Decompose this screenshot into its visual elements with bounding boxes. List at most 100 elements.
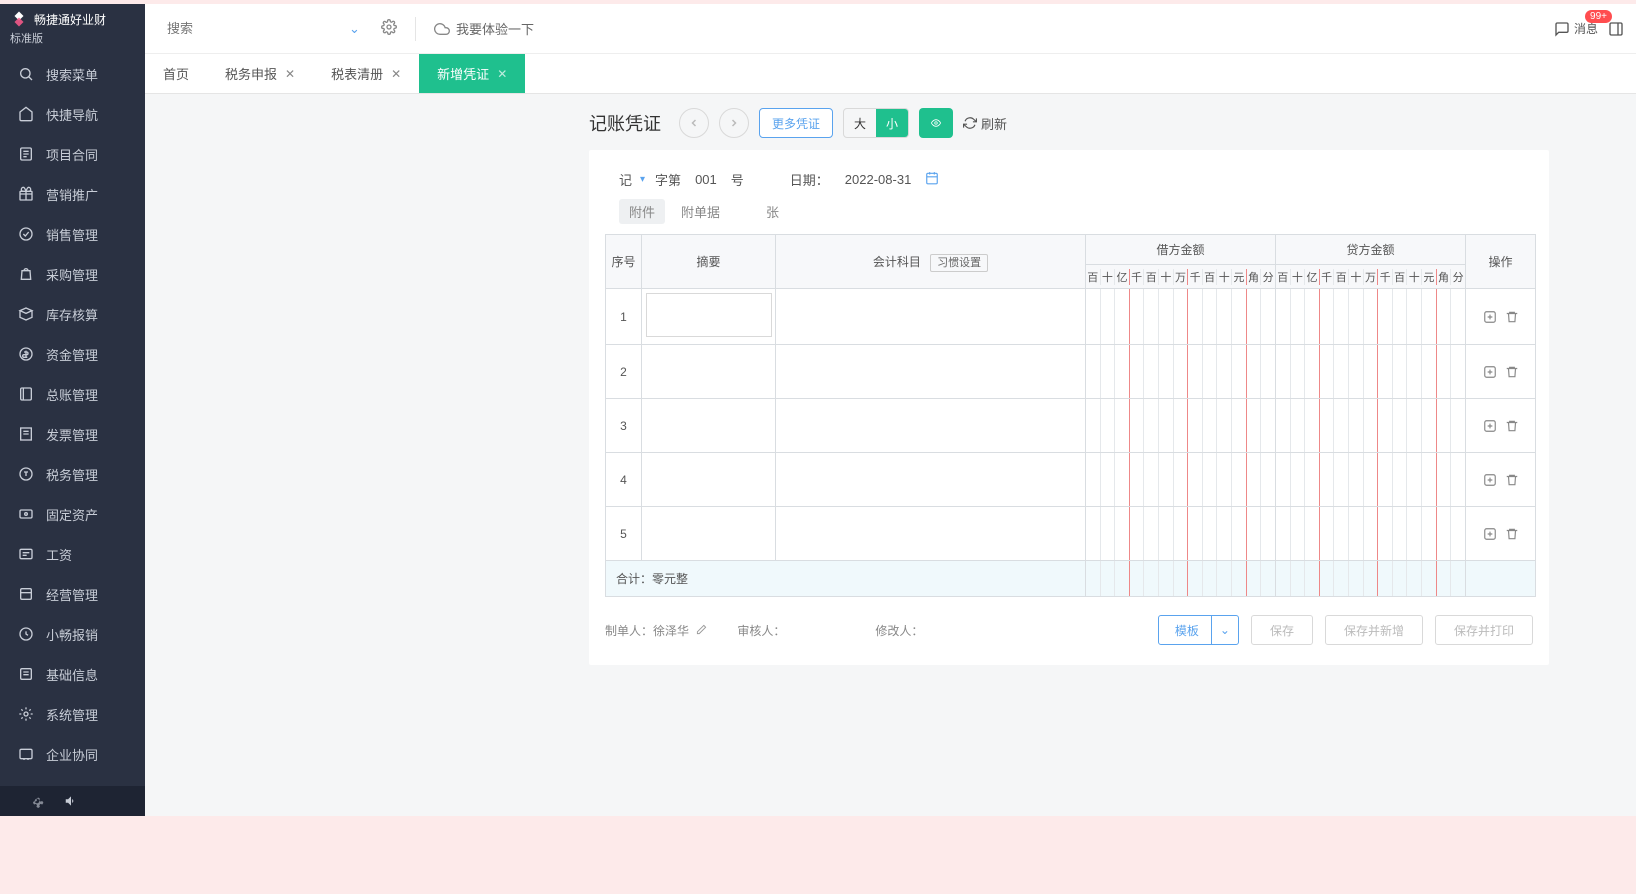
size-large-button[interactable]: 大 bbox=[844, 109, 876, 137]
edit-maker-icon[interactable] bbox=[696, 624, 707, 638]
date-value[interactable]: 2022-08-31 bbox=[845, 172, 912, 187]
add-row-icon[interactable] bbox=[1483, 365, 1497, 379]
chevron-down-icon[interactable]: ▾ bbox=[640, 174, 645, 185]
summary-cell[interactable] bbox=[642, 453, 776, 507]
summary-input[interactable] bbox=[646, 293, 772, 337]
add-row-icon[interactable] bbox=[1483, 527, 1497, 541]
tab-2[interactable]: 税表清册✕ bbox=[313, 54, 419, 93]
sidebar-item-8[interactable]: 总账管理 bbox=[0, 374, 145, 414]
sidebar-item-6[interactable]: 库存核算 bbox=[0, 294, 145, 334]
tab-0[interactable]: 首页 bbox=[145, 54, 207, 93]
summary-cell[interactable] bbox=[642, 399, 776, 453]
debit-cell[interactable] bbox=[1086, 507, 1276, 561]
sidebar-item-4[interactable]: 销售管理 bbox=[0, 214, 145, 254]
add-row-icon[interactable] bbox=[1483, 473, 1497, 487]
sidebar-item-3[interactable]: 营销推广 bbox=[0, 174, 145, 214]
sidebar-item-11[interactable]: 固定资产 bbox=[0, 494, 145, 534]
delete-row-icon[interactable] bbox=[1505, 365, 1519, 379]
sidebar-item-label: 固定资产 bbox=[46, 505, 98, 524]
summary-cell[interactable] bbox=[642, 345, 776, 399]
save-button[interactable]: 保存 bbox=[1251, 615, 1313, 645]
credit-cell[interactable] bbox=[1276, 345, 1466, 399]
summary-cell[interactable] bbox=[642, 507, 776, 561]
sidebar-item-13[interactable]: 经营管理 bbox=[0, 574, 145, 614]
sidebar-item-2[interactable]: 项目合同 bbox=[0, 134, 145, 174]
more-voucher-button[interactable]: 更多凭证 bbox=[759, 108, 833, 138]
reimburse-icon bbox=[18, 626, 34, 642]
voucher-type-select[interactable]: 记 bbox=[619, 170, 632, 189]
next-button[interactable] bbox=[719, 108, 749, 138]
sidebar-item-1[interactable]: 快捷导航 bbox=[0, 94, 145, 134]
template-button[interactable]: 模板 ⌄ bbox=[1158, 615, 1239, 645]
save-new-button[interactable]: 保存并新增 bbox=[1325, 615, 1423, 645]
sidebar-item-16[interactable]: 系统管理 bbox=[0, 694, 145, 734]
expand-icon[interactable] bbox=[1608, 21, 1624, 37]
account-cell[interactable] bbox=[776, 289, 1086, 345]
delete-row-icon[interactable] bbox=[1505, 473, 1519, 487]
sidebar-item-18[interactable]: 新手引导 bbox=[0, 774, 145, 786]
add-row-icon[interactable] bbox=[1483, 310, 1497, 324]
sidebar-item-12[interactable]: 工资 bbox=[0, 534, 145, 574]
account-cell[interactable] bbox=[776, 507, 1086, 561]
credit-cell[interactable] bbox=[1276, 507, 1466, 561]
close-icon[interactable]: ✕ bbox=[285, 67, 295, 81]
th-action: 操作 bbox=[1466, 235, 1536, 289]
sidebar-item-10[interactable]: 税务管理 bbox=[0, 454, 145, 494]
delete-row-icon[interactable] bbox=[1505, 310, 1519, 324]
prev-button[interactable] bbox=[679, 108, 709, 138]
try-experience-button[interactable]: 我要体验一下 bbox=[434, 19, 534, 38]
sidebar-item-9[interactable]: 发票管理 bbox=[0, 414, 145, 454]
voucher-number-input[interactable]: 001 bbox=[695, 172, 717, 187]
credit-cell[interactable] bbox=[1276, 399, 1466, 453]
debit-cell[interactable] bbox=[1086, 399, 1276, 453]
chevron-down-icon[interactable]: ⌄ bbox=[349, 21, 360, 37]
debit-cell[interactable] bbox=[1086, 345, 1276, 399]
th-account: 会计科目 习惯设置 bbox=[776, 235, 1086, 289]
cloud-icon bbox=[434, 21, 450, 37]
th-credit-digits: 百十亿千百十万千百十元角分 bbox=[1276, 265, 1466, 289]
sidebar-item-15[interactable]: 基础信息 bbox=[0, 654, 145, 694]
size-small-button[interactable]: 小 bbox=[876, 109, 908, 137]
chevron-down-icon[interactable]: ⌄ bbox=[1211, 616, 1238, 644]
sidebar-item-0[interactable]: 搜索菜单 bbox=[0, 54, 145, 94]
search-input[interactable] bbox=[167, 21, 343, 36]
refresh-button[interactable]: 刷新 bbox=[963, 114, 1007, 133]
table-row: 2 bbox=[606, 345, 1536, 399]
credit-cell[interactable] bbox=[1276, 289, 1466, 345]
tab-1[interactable]: 税务申报✕ bbox=[207, 54, 313, 93]
home-icon bbox=[18, 106, 34, 122]
delete-row-icon[interactable] bbox=[1505, 419, 1519, 433]
sidebar-item-7[interactable]: 资金管理 bbox=[0, 334, 145, 374]
attachment-button[interactable]: 附件 bbox=[619, 199, 665, 224]
settings-icon[interactable] bbox=[30, 794, 44, 808]
message-button[interactable]: 消息 99+ bbox=[1554, 20, 1598, 37]
sound-icon[interactable] bbox=[64, 794, 78, 808]
sidebar: 畅捷通好业财 标准版 搜索菜单快捷导航项目合同营销推广销售管理采购管理库存核算资… bbox=[0, 4, 145, 816]
total-label: 合计：零元整 bbox=[606, 561, 1086, 597]
preview-button[interactable] bbox=[919, 108, 953, 138]
debit-cell[interactable] bbox=[1086, 289, 1276, 345]
calendar-icon[interactable] bbox=[925, 171, 939, 188]
account-cell[interactable] bbox=[776, 399, 1086, 453]
global-search[interactable]: ⌄ bbox=[157, 13, 367, 45]
sidebar-item-14[interactable]: 小畅报销 bbox=[0, 614, 145, 654]
account-cell[interactable] bbox=[776, 453, 1086, 507]
voucher-header-row1: 记 ▾ 字第 001 号 日期： 2022-08-31 bbox=[605, 166, 1533, 199]
zhang-label: 张 bbox=[766, 202, 779, 221]
debit-cell[interactable] bbox=[1086, 453, 1276, 507]
th-summary: 摘要 bbox=[642, 235, 776, 289]
sidebar-item-17[interactable]: 企业协同 bbox=[0, 734, 145, 774]
delete-row-icon[interactable] bbox=[1505, 527, 1519, 541]
account-cell[interactable] bbox=[776, 345, 1086, 399]
gear-icon[interactable] bbox=[381, 19, 397, 38]
tab-3[interactable]: 新增凭证✕ bbox=[419, 54, 525, 93]
sidebar-item-label: 项目合同 bbox=[46, 145, 98, 164]
close-icon[interactable]: ✕ bbox=[497, 67, 507, 81]
habit-settings-button[interactable]: 习惯设置 bbox=[930, 254, 988, 272]
summary-cell[interactable] bbox=[642, 289, 776, 345]
close-icon[interactable]: ✕ bbox=[391, 67, 401, 81]
add-row-icon[interactable] bbox=[1483, 419, 1497, 433]
save-print-button[interactable]: 保存并打印 bbox=[1435, 615, 1533, 645]
sidebar-item-5[interactable]: 采购管理 bbox=[0, 254, 145, 294]
credit-cell[interactable] bbox=[1276, 453, 1466, 507]
